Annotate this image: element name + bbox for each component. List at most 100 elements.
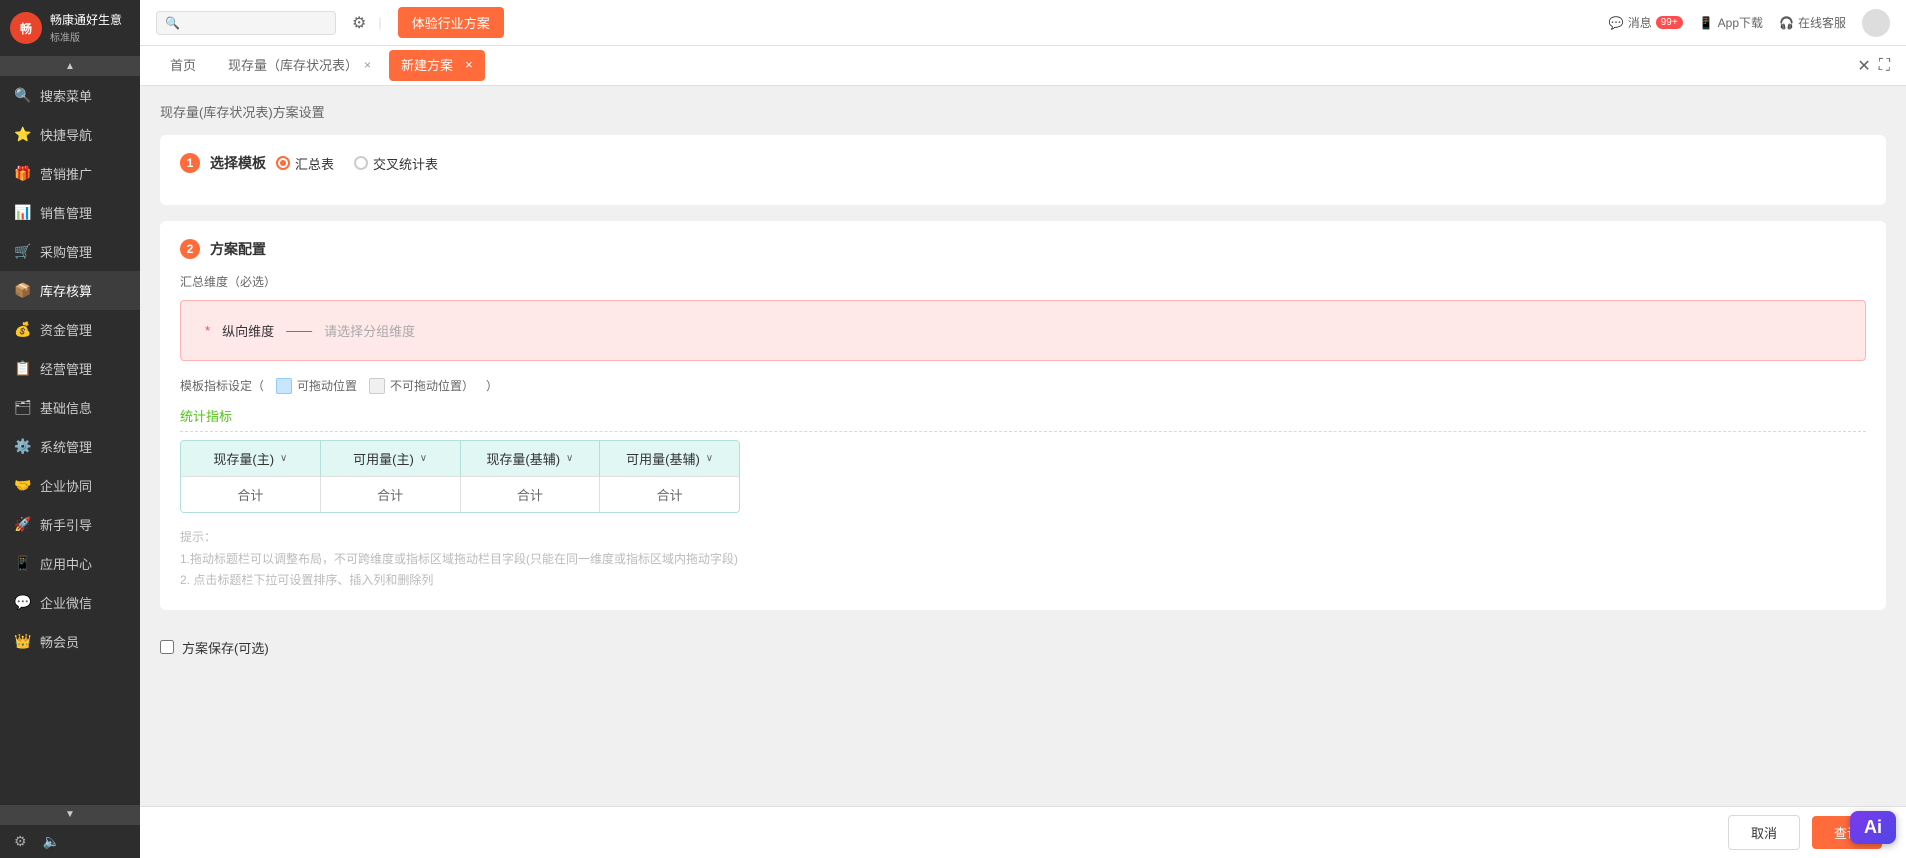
search-input[interactable] — [184, 16, 314, 30]
metrics-table: 现存量(主) ∨ 可用量(主) ∨ 现存量(基辅) ∨ 可用量(基辅) ∨ — [180, 440, 740, 513]
non-draggable-indicator: 不可拖动位置） — [369, 377, 474, 394]
sidebar-item-label: 资金管理 — [40, 320, 92, 339]
tip-item-1: 1.拖动标题栏可以调整布局，不可跨维度或指标区域拖动栏目字段(只能在同一维度或指… — [180, 549, 1866, 571]
message-badge: 99+ — [1656, 16, 1683, 29]
sidebar-item-operation[interactable]: 📋 经营管理 — [0, 349, 140, 388]
topbar-right: 💬 消息 99+ 📱 App下载 🎧 在线客服 — [1609, 9, 1890, 37]
money-icon: 💰 — [14, 321, 32, 339]
save-checkbox[interactable] — [160, 640, 174, 654]
logo-icon: 畅 — [10, 12, 42, 44]
sidebar-item-system[interactable]: ⚙️ 系统管理 — [0, 427, 140, 466]
body-cell-0-0: 合计 — [181, 476, 321, 512]
save-label: 方案保存(可选) — [182, 638, 269, 657]
sidebar-item-appstore[interactable]: 📱 应用中心 — [0, 544, 140, 583]
dimension-placeholder: 请选择分组维度 — [324, 321, 415, 340]
sidebar-item-search[interactable]: 🔍 搜索菜单 — [0, 76, 140, 115]
app-download-button[interactable]: 📱 App下载 — [1699, 14, 1763, 31]
message-icon: 💬 — [1609, 16, 1624, 30]
trial-industry-button[interactable]: 体验行业方案 — [398, 7, 504, 38]
sidebar-item-label: 应用中心 — [40, 554, 92, 573]
topbar-search-box[interactable]: 🔍 — [156, 11, 336, 35]
step1-num: 1 — [180, 153, 200, 173]
sidebar-item-label: 搜索菜单 — [40, 86, 92, 105]
search-icon: 🔍 — [14, 87, 32, 105]
ai-badge[interactable]: Ai — [1850, 811, 1896, 844]
footer-settings-icon[interactable]: ⚙ — [14, 833, 27, 850]
no-drag-box-icon — [369, 378, 385, 394]
star-icon: ⭐ — [14, 126, 32, 144]
sidebar-footer: ⚙ 🔈 — [0, 824, 140, 858]
sidebar-item-wechat[interactable]: 💬 企业微信 — [0, 583, 140, 622]
rocket-icon: 🚀 — [14, 516, 32, 534]
sidebar-item-label: 新手引导 — [40, 515, 92, 534]
header-cell-2[interactable]: 现存量(基辅) ∨ — [461, 441, 601, 476]
tab-inventory[interactable]: 现存量（库存状况表） × — [214, 47, 385, 84]
indicator-settings-label: 模板指标设定（ — [180, 377, 264, 394]
sidebar-item-finance[interactable]: 💰 资金管理 — [0, 310, 140, 349]
phone-icon: 📱 — [1699, 16, 1714, 30]
tab-expand-button[interactable]: ⛶ — [1879, 56, 1890, 76]
step2-title: 方案配置 — [210, 239, 266, 259]
sidebar-item-label: 基础信息 — [40, 398, 92, 417]
sidebar-item-shortcut[interactable]: ⭐ 快捷导航 — [0, 115, 140, 154]
online-support-button[interactable]: 🎧 在线客服 — [1779, 14, 1846, 31]
header-cell-0[interactable]: 现存量(主) ∨ — [181, 441, 321, 476]
topbar-divider: | — [378, 15, 381, 30]
tab-home[interactable]: 首页 — [156, 47, 210, 84]
sidebar-logo: 畅 畅康通好生意 标准版 — [0, 0, 140, 57]
radio-summary[interactable]: 汇总表 — [276, 154, 334, 173]
tab-new-close[interactable]: × — [465, 57, 473, 72]
page-title: 现存量(库存状况表)方案设置 — [160, 102, 1886, 121]
footer-volume-icon[interactable]: 🔈 — [43, 833, 60, 850]
sidebar-scroll-up[interactable]: ▲ — [0, 57, 140, 76]
tips-label: 提示： — [180, 530, 216, 544]
dimension-label: 纵向维度 — [222, 321, 274, 340]
step1-header: 1 选择模板 汇总表 交叉统计表 — [180, 153, 1866, 173]
logo-text: 畅康通好生意 标准版 — [50, 12, 122, 44]
tab-bar: 首页 现存量（库存状况表） × 新建方案 × ✕ ⛶ — [140, 46, 1906, 86]
tip-item-2: 2. 点击标题栏下拉可设置排序、插入列和删除列 — [180, 570, 1866, 592]
header-cell-1[interactable]: 可用量(主) ∨ — [321, 441, 461, 476]
sidebar-item-sales[interactable]: 📊 销售管理 — [0, 193, 140, 232]
metrics-table-header: 现存量(主) ∨ 可用量(主) ∨ 现存量(基辅) ∨ 可用量(基辅) ∨ — [181, 441, 739, 476]
tab-inventory-close[interactable]: × — [364, 58, 371, 72]
step1-card: 1 选择模板 汇总表 交叉统计表 — [160, 135, 1886, 205]
header-cell-3[interactable]: 可用量(基辅) ∨ — [600, 441, 739, 476]
crown-icon: 👑 — [14, 633, 32, 651]
save-section: 方案保存(可选) — [160, 626, 1886, 669]
search-icon: 🔍 — [165, 16, 180, 30]
sidebar-item-newbie[interactable]: 🚀 新手引导 — [0, 505, 140, 544]
sidebar-item-member[interactable]: 👑 畅会员 — [0, 622, 140, 661]
sidebar-item-label: 销售管理 — [40, 203, 92, 222]
tips-section: 提示： 1.拖动标题栏可以调整布局，不可跨维度或指标区域拖动栏目字段(只能在同一… — [180, 527, 1866, 592]
chart-icon: 📊 — [14, 204, 32, 222]
step2-card: 2 方案配置 汇总维度（必选） * 纵向维度 —— 请选择分组维度 模板指标设定… — [160, 221, 1886, 610]
sidebar-nav: 🔍 搜索菜单 ⭐ 快捷导航 🎁 营销推广 📊 销售管理 🛒 采购管理 📦 库存核… — [0, 76, 140, 805]
app-icon: 📱 — [14, 555, 32, 573]
step2-header: 2 方案配置 — [180, 239, 1866, 259]
sidebar-item-corp[interactable]: 🤝 企业协同 — [0, 466, 140, 505]
sidebar-item-basic[interactable]: 🗂 基础信息 — [0, 388, 140, 427]
sidebar-item-label: 系统管理 — [40, 437, 92, 456]
sidebar-item-inventory[interactable]: 📦 库存核算 — [0, 271, 140, 310]
sidebar-scroll-down[interactable]: ▼ — [0, 805, 140, 824]
message-button[interactable]: 💬 消息 99+ — [1609, 14, 1683, 31]
user-avatar[interactable] — [1862, 9, 1890, 37]
dimension-dash: —— — [286, 323, 312, 338]
radio-cross[interactable]: 交叉统计表 — [354, 154, 438, 173]
metrics-table-body: 合计 合计 合计 合计 — [181, 476, 739, 512]
indicator-settings: 模板指标设定（ 可拖动位置 不可拖动位置） ） — [180, 377, 1866, 394]
sidebar-item-marketing[interactable]: 🎁 营销推广 — [0, 154, 140, 193]
gear-icon: ⚙️ — [14, 438, 32, 456]
cart-icon: 🛒 — [14, 243, 32, 261]
main-area: 🔍 ⚙ | 体验行业方案 💬 消息 99+ 📱 App下载 🎧 在线客服 — [140, 0, 1906, 858]
sidebar-item-purchase[interactable]: 🛒 采购管理 — [0, 232, 140, 271]
dimension-select-area[interactable]: * 纵向维度 —— 请选择分组维度 — [180, 300, 1866, 361]
sidebar-item-label: 采购管理 — [40, 242, 92, 261]
stats-section-label: 统计指标 — [180, 406, 1866, 432]
topbar-settings-icon[interactable]: ⚙ — [352, 13, 366, 33]
tab-new-plan[interactable]: 新建方案 × — [389, 50, 485, 81]
cancel-button[interactable]: 取消 — [1728, 815, 1800, 850]
tab-close-button[interactable]: ✕ — [1857, 56, 1870, 76]
sidebar-item-label: 经营管理 — [40, 359, 92, 378]
